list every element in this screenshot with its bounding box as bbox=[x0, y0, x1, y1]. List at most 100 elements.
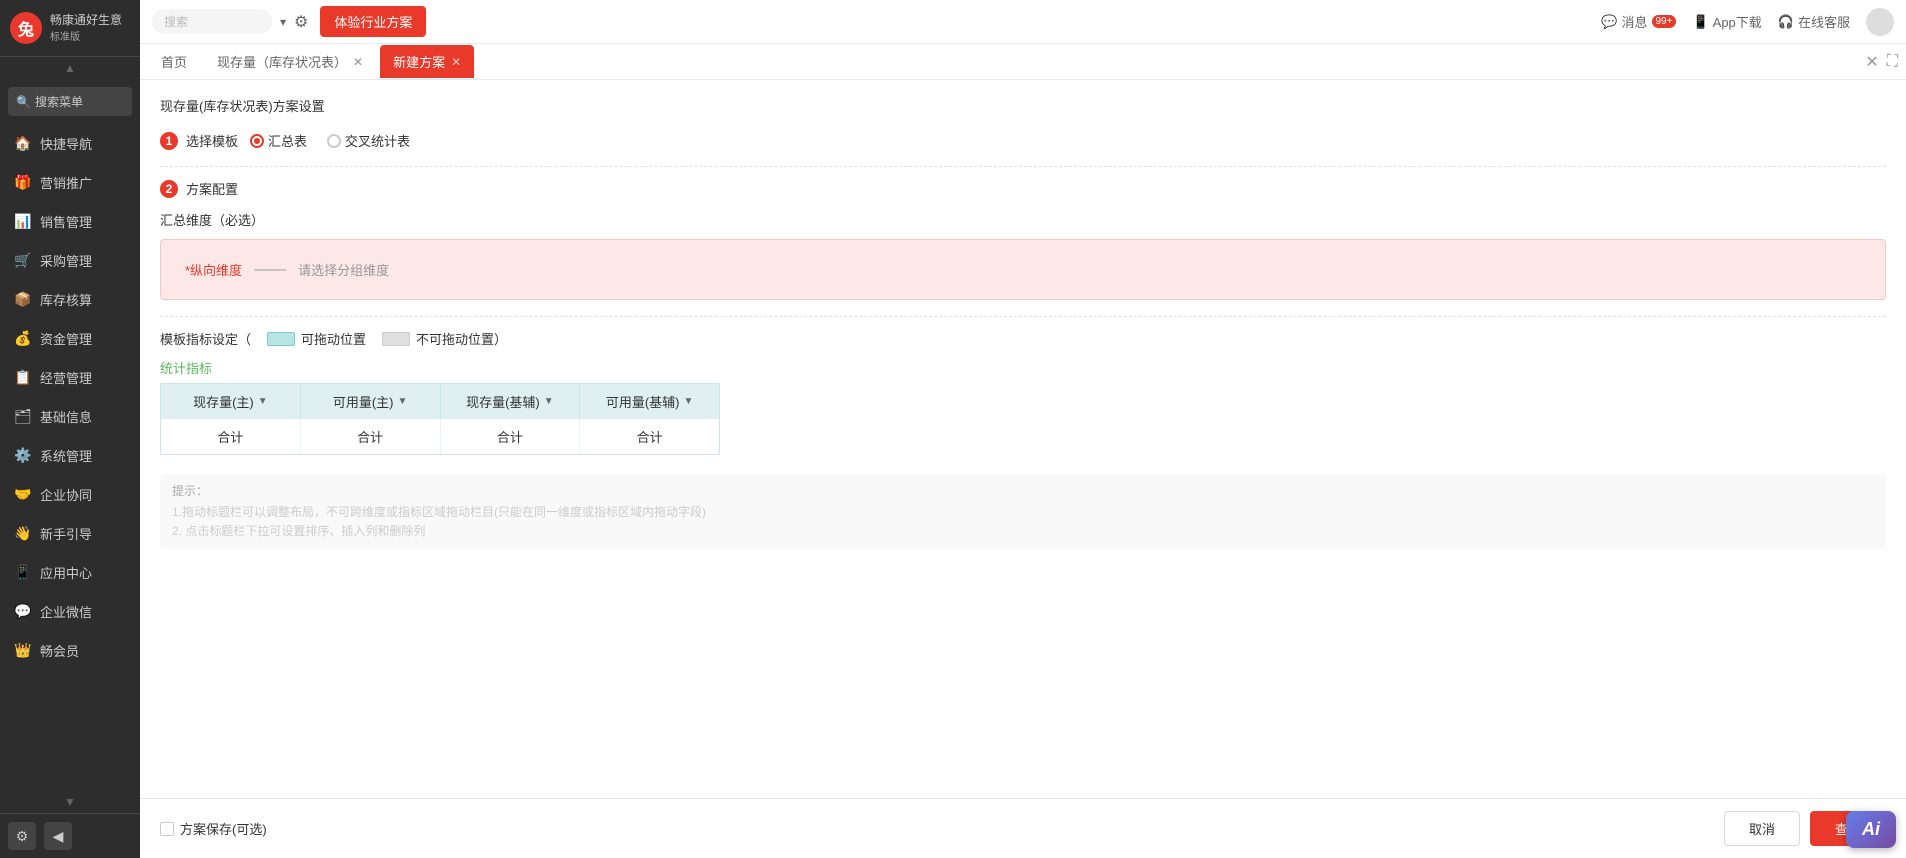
col-header-2[interactable]: 可用量(主) ▼ bbox=[301, 384, 441, 419]
sidebar-item-quick-nav[interactable]: 🏠 快捷导航 bbox=[0, 124, 140, 163]
radio-cross-circle bbox=[327, 134, 341, 148]
sidebar-item-operations[interactable]: 📋 经营管理 bbox=[0, 358, 140, 397]
ai-floating-button[interactable]: Ai bbox=[1846, 811, 1896, 848]
sidebar-item-purchase[interactable]: 🛒 采购管理 bbox=[0, 241, 140, 280]
app-download-button[interactable]: 📱 App下载 bbox=[1692, 12, 1761, 31]
sidebar-item-inventory[interactable]: 📦 库存核算 bbox=[0, 280, 140, 319]
sidebar-item-new-guide[interactable]: 👋 新手引导 bbox=[0, 514, 140, 553]
sidebar-item-basic-info[interactable]: 🗂 基础信息 bbox=[0, 397, 140, 436]
tab-close-all-button[interactable]: ✕ bbox=[1865, 52, 1878, 72]
content-area: 现存量(库存状况表)方案设置 1 选择模板 汇总表 bbox=[140, 80, 1906, 798]
dimension-required-label: *纵向维度 bbox=[185, 260, 242, 279]
radio-summary-circle bbox=[250, 134, 264, 148]
col-header-1-chevron: ▼ bbox=[258, 396, 268, 407]
main-area: 搜索 ▾ ⚙ 体验行业方案 💬 消息 99+ 📱 App下载 🎧 在线客服 首页 bbox=[140, 0, 1906, 858]
box-icon: 📦 bbox=[14, 291, 32, 308]
gift-icon: 🎁 bbox=[14, 174, 32, 191]
sidebar-scroll-down[interactable]: ▼ bbox=[0, 791, 140, 813]
col-header-3-label: 现存量(基辅) bbox=[466, 392, 540, 411]
user-avatar[interactable] bbox=[1866, 8, 1894, 36]
sidebar-item-system[interactable]: ⚙️ 系统管理 bbox=[0, 436, 140, 475]
section-config: 2 方案配置 汇总维度（必选） *纵向维度 —— 请选择分组维度 bbox=[160, 179, 1886, 549]
sidebar-item-marketing[interactable]: 🎁 营销推广 bbox=[0, 163, 140, 202]
dimension-separator: —— bbox=[254, 261, 286, 279]
section-template: 1 选择模板 汇总表 交叉统计表 bbox=[160, 131, 1886, 150]
message-button[interactable]: 💬 消息 99+ bbox=[1601, 12, 1676, 31]
sidebar-item-label: 应用中心 bbox=[40, 563, 92, 582]
radio-summary-label: 汇总表 bbox=[268, 131, 307, 150]
phone-icon: 📱 bbox=[1692, 14, 1708, 30]
sidebar-nav: 🔍 搜索菜单 🏠 快捷导航 🎁 营销推广 📊 销售管理 🛒 采购管理 📦 库存核… bbox=[0, 79, 140, 791]
tab-inventory-label: 现存量（库存状况表） bbox=[217, 52, 347, 71]
save-checkbox[interactable] bbox=[160, 822, 174, 836]
sidebar-item-label: 采购管理 bbox=[40, 251, 92, 270]
message-badge: 99+ bbox=[1652, 15, 1677, 28]
tab-home[interactable]: 首页 bbox=[148, 45, 200, 78]
message-icon: 💬 bbox=[1601, 14, 1617, 30]
indicator-non-draggable: 不可拖动位置） bbox=[382, 329, 507, 348]
trial-button[interactable]: 体验行业方案 bbox=[320, 6, 426, 37]
sidebar-item-label: 销售管理 bbox=[40, 212, 92, 231]
col-header-4-chevron: ▼ bbox=[684, 396, 694, 407]
sidebar-item-sales[interactable]: 📊 销售管理 bbox=[0, 202, 140, 241]
radio-summary[interactable]: 汇总表 bbox=[250, 131, 307, 150]
sidebar-item-enterprise-wechat[interactable]: 💬 企业微信 bbox=[0, 592, 140, 631]
save-label: 方案保存(可选) bbox=[180, 819, 267, 838]
template-indicators: 模板指标设定（ 可拖动位置 不可拖动位置） bbox=[160, 329, 1886, 348]
section2-header: 2 方案配置 bbox=[160, 179, 1886, 198]
draggable-label: 可拖动位置 bbox=[301, 329, 366, 348]
cancel-button[interactable]: 取消 bbox=[1724, 811, 1800, 846]
wave-icon: 👋 bbox=[14, 525, 32, 542]
tips-title: 提示： bbox=[172, 482, 1874, 499]
topbar-search-box: 搜索 bbox=[152, 9, 272, 34]
topbar: 搜索 ▾ ⚙ 体验行业方案 💬 消息 99+ 📱 App下载 🎧 在线客服 bbox=[140, 0, 1906, 44]
tab-new-scheme-close-icon[interactable]: ✕ bbox=[451, 55, 461, 69]
sidebar-logo: 兔 畅康通好生意 标准版 bbox=[0, 0, 140, 57]
cell-1-1: 合计 bbox=[161, 419, 301, 454]
tab-home-label: 首页 bbox=[161, 52, 187, 71]
settings-button[interactable]: ⚙ bbox=[8, 822, 36, 850]
tips-box: 提示： 1.拖动标题栏可以调整布局，不可跨维度或指标区域拖动栏目(只能在同一维度… bbox=[160, 474, 1886, 549]
topbar-right: 💬 消息 99+ 📱 App下载 🎧 在线客服 bbox=[1601, 8, 1894, 36]
col-header-3[interactable]: 现存量(基辅) ▼ bbox=[441, 384, 581, 419]
chart-icon: 📊 bbox=[14, 213, 32, 230]
section2-number: 2 bbox=[160, 180, 178, 198]
sidebar-item-enterprise[interactable]: 🤝 企业协同 bbox=[0, 475, 140, 514]
sidebar-search[interactable]: 🔍 搜索菜单 bbox=[8, 87, 132, 116]
dimension-placeholder-text: 请选择分组维度 bbox=[298, 260, 389, 279]
sidebar-item-label: 畅会员 bbox=[40, 641, 79, 660]
col-header-1[interactable]: 现存量(主) ▼ bbox=[161, 384, 301, 419]
tab-inventory-status[interactable]: 现存量（库存状况表） ✕ bbox=[204, 45, 376, 78]
cell-1-3: 合计 bbox=[441, 419, 581, 454]
app-download-label: App下载 bbox=[1713, 12, 1762, 31]
cell-1-4: 合计 bbox=[580, 419, 719, 454]
tab-inventory-close-icon[interactable]: ✕ bbox=[353, 55, 363, 69]
summary-dimension-label: 汇总维度（必选） bbox=[160, 210, 1886, 229]
sidebar-item-label: 企业协同 bbox=[40, 485, 92, 504]
footer-bar: 方案保存(可选) 取消 查询 bbox=[140, 798, 1906, 858]
indicator-draggable: 可拖动位置 bbox=[267, 329, 366, 348]
topbar-dropdown[interactable]: ▾ bbox=[280, 15, 286, 29]
online-service-button[interactable]: 🎧 在线客服 bbox=[1778, 12, 1850, 31]
dimension-box[interactable]: *纵向维度 —— 请选择分组维度 bbox=[160, 239, 1886, 300]
stats-section-label: 统计指标 bbox=[160, 358, 1886, 377]
radio-cross[interactable]: 交叉统计表 bbox=[327, 131, 410, 150]
col-header-3-chevron: ▼ bbox=[544, 396, 554, 407]
sidebar-item-vip[interactable]: 👑 畅会员 bbox=[0, 631, 140, 670]
handshake-icon: 🤝 bbox=[14, 486, 32, 503]
section1-title: 选择模板 bbox=[186, 131, 238, 150]
col-header-4[interactable]: 可用量(基辅) ▼ bbox=[580, 384, 719, 419]
collapse-button[interactable]: ◀ bbox=[44, 822, 72, 850]
tab-expand-button[interactable]: ⛶ bbox=[1887, 53, 1898, 71]
non-draggable-label: 不可拖动位置） bbox=[416, 329, 507, 348]
save-checkbox-label[interactable]: 方案保存(可选) bbox=[160, 819, 267, 838]
sidebar-item-label: 营销推广 bbox=[40, 173, 92, 192]
sidebar-scroll-up[interactable]: ▲ bbox=[0, 57, 140, 79]
tab-new-scheme[interactable]: 新建方案 ✕ bbox=[380, 45, 474, 78]
sidebar-item-app-center[interactable]: 📱 应用中心 bbox=[0, 553, 140, 592]
tips-item-1: 1.拖动标题栏可以调整布局，不可跨维度或指标区域拖动栏目(只能在同一维度或指标区… bbox=[172, 503, 1874, 520]
topbar-gear-icon[interactable]: ⚙ bbox=[294, 12, 308, 32]
sidebar-bottom: ⚙ ◀ bbox=[0, 813, 140, 858]
sidebar-item-finance[interactable]: 💰 资金管理 bbox=[0, 319, 140, 358]
sidebar-item-label: 资金管理 bbox=[40, 329, 92, 348]
